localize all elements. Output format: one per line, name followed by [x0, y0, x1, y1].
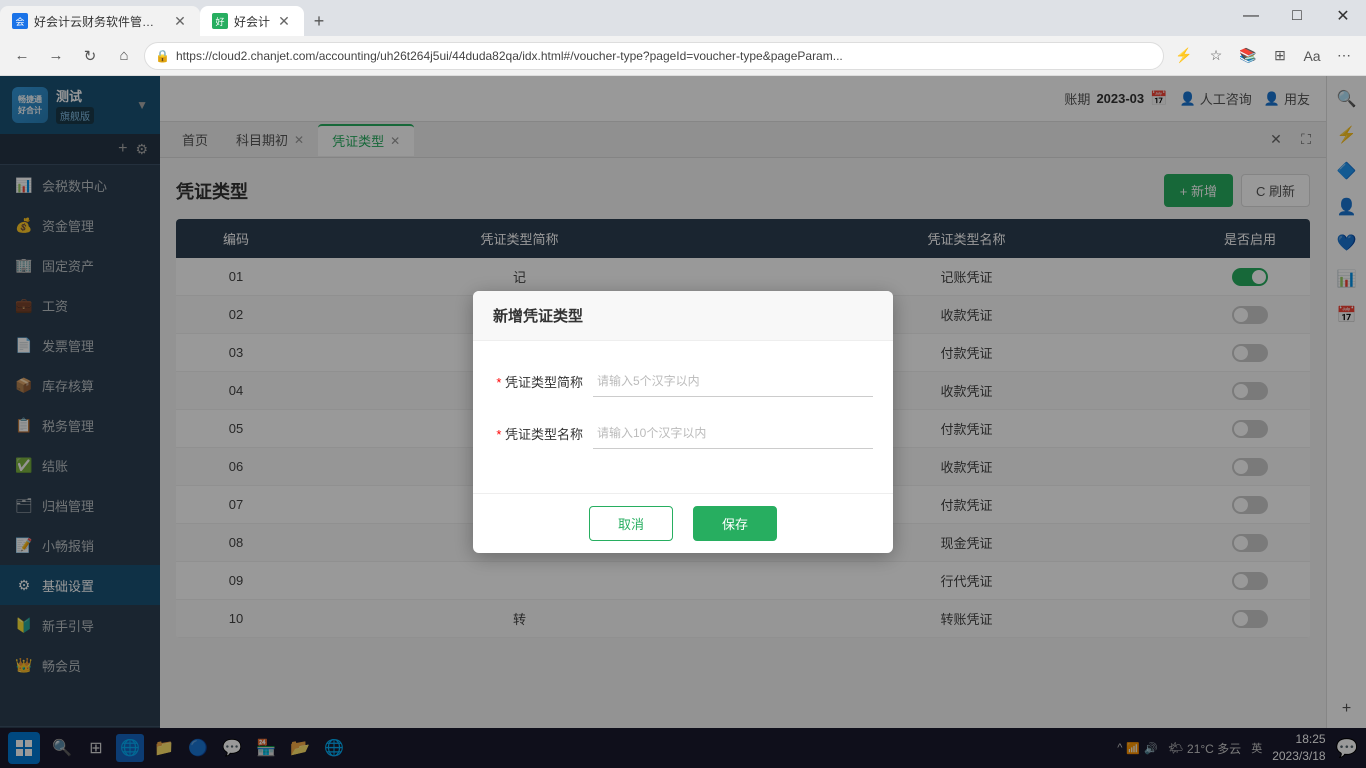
- extensions-button[interactable]: ⚡: [1170, 42, 1198, 70]
- browser-tab-1[interactable]: 会 好会计云财务软件管理系统_会计 ✕: [0, 6, 200, 36]
- lock-icon: 🔒: [155, 49, 170, 63]
- short-name-input[interactable]: [593, 365, 873, 397]
- share-button[interactable]: ⊞: [1266, 42, 1294, 70]
- tab-favicon-1: 会: [12, 13, 28, 29]
- tab-close-1[interactable]: ✕: [172, 13, 188, 29]
- save-button[interactable]: 保存: [693, 506, 777, 541]
- tab-favicon-2: 好: [212, 13, 228, 29]
- minimize-button[interactable]: —: [1228, 0, 1274, 36]
- dialog-header: 新增凭证类型: [473, 291, 893, 341]
- dialog-overlay: 新增凭证类型 凭证类型简称 凭证类型名称 取消 保存: [0, 76, 1366, 768]
- form-row-short: 凭证类型简称: [493, 365, 873, 397]
- form-row-full: 凭证类型名称: [493, 417, 873, 449]
- url-text: https://cloud2.chanjet.com/accounting/uh…: [176, 49, 1153, 63]
- tab-title-2: 好会计: [234, 13, 270, 30]
- cancel-button[interactable]: 取消: [589, 506, 673, 541]
- maximize-button[interactable]: □: [1274, 0, 1320, 36]
- window-controls: — □ ✕: [1228, 0, 1366, 36]
- read-button[interactable]: Aa: [1298, 42, 1326, 70]
- tab-close-2[interactable]: ✕: [276, 13, 292, 29]
- dialog-body: 凭证类型简称 凭证类型名称: [473, 341, 893, 493]
- more-button[interactable]: ⋯: [1330, 42, 1358, 70]
- back-button[interactable]: ←: [8, 42, 36, 70]
- browser-chrome: 会 好会计云财务软件管理系统_会计 ✕ 好 好会计 ✕ + — □ ✕ ← → …: [0, 0, 1366, 76]
- dialog-footer: 取消 保存: [473, 493, 893, 553]
- url-bar[interactable]: 🔒 https://cloud2.chanjet.com/accounting/…: [144, 42, 1164, 70]
- refresh-button[interactable]: ↻: [76, 42, 104, 70]
- home-button[interactable]: ⌂: [110, 42, 138, 70]
- collections-button[interactable]: 📚: [1234, 42, 1262, 70]
- tab-bar: 会 好会计云财务软件管理系统_会计 ✕ 好 好会计 ✕ + — □ ✕: [0, 0, 1366, 36]
- new-tab-button[interactable]: +: [304, 6, 334, 36]
- favorites-button[interactable]: ☆: [1202, 42, 1230, 70]
- forward-button[interactable]: →: [42, 42, 70, 70]
- dialog-title: 新增凭证类型: [493, 308, 583, 325]
- address-bar: ← → ↻ ⌂ 🔒 https://cloud2.chanjet.com/acc…: [0, 36, 1366, 76]
- browser-actions: ⚡ ☆ 📚 ⊞ Aa ⋯: [1170, 42, 1358, 70]
- tab-title-1: 好会计云财务软件管理系统_会计: [34, 13, 166, 30]
- close-button[interactable]: ✕: [1320, 0, 1366, 36]
- full-name-label: 凭证类型名称: [493, 424, 593, 443]
- full-name-input[interactable]: [593, 417, 873, 449]
- browser-tab-2[interactable]: 好 好会计 ✕: [200, 6, 304, 36]
- short-name-label: 凭证类型简称: [493, 372, 593, 391]
- dialog: 新增凭证类型 凭证类型简称 凭证类型名称 取消 保存: [473, 291, 893, 553]
